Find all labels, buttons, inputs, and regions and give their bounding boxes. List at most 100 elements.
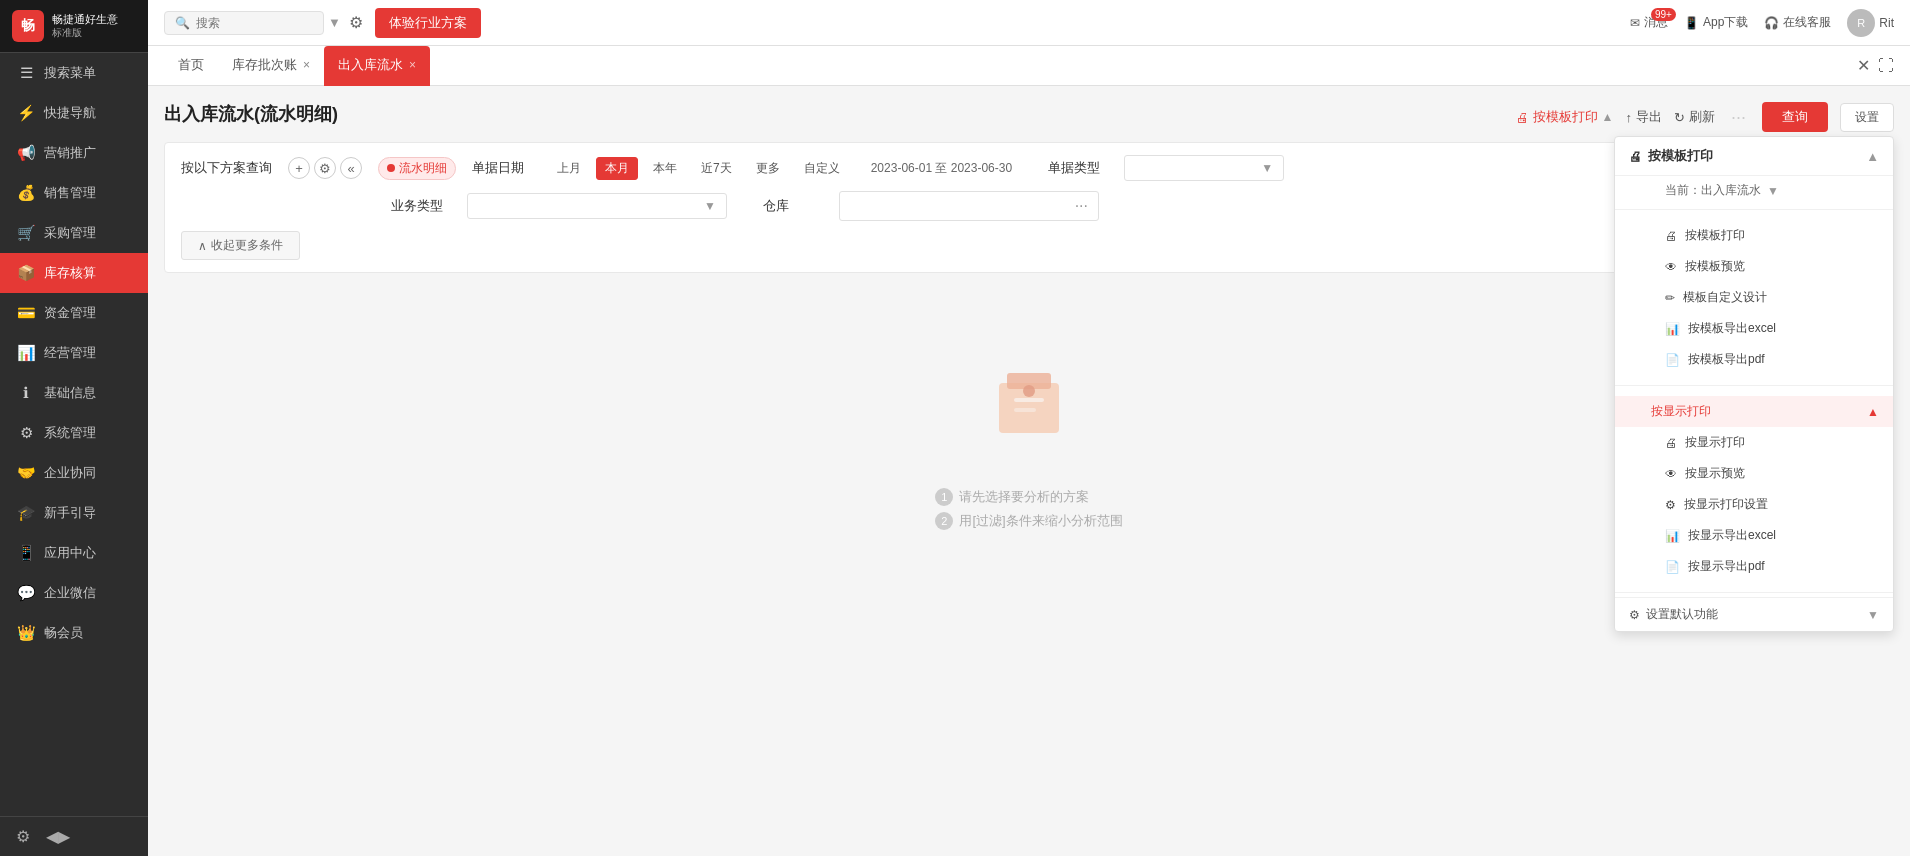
date-tag-current-month[interactable]: 本月 <box>596 157 638 180</box>
system-icon: ⚙ <box>16 424 36 442</box>
sidebar-item-label: 快捷导航 <box>44 104 132 122</box>
topbar-gear-icon[interactable]: ⚙ <box>349 13 363 32</box>
sidebar-item-label: 基础信息 <box>44 384 132 402</box>
display-print-item[interactable]: 🖨 按显示打印 <box>1615 427 1893 458</box>
print-dropdown-footer[interactable]: ⚙ 设置默认功能 ▼ <box>1615 597 1893 631</box>
filter-add-btn[interactable]: + <box>288 157 310 179</box>
template-preview-item[interactable]: 👁 按模板预览 <box>1615 251 1893 282</box>
toolbar-more-dots[interactable]: ··· <box>1731 107 1746 128</box>
date-tag-more[interactable]: 更多 <box>747 157 789 180</box>
sidebar-item-operations[interactable]: 📊 经营管理 <box>0 333 148 373</box>
warehouse-label: 仓库 <box>763 197 823 215</box>
sidebar-item-member[interactable]: 👑 畅会员 <box>0 613 148 653</box>
sidebar-item-basic-info[interactable]: ℹ 基础信息 <box>0 373 148 413</box>
template-print-item[interactable]: 🖨 按模板打印 <box>1615 220 1893 251</box>
template-export-pdf-item[interactable]: 📄 按模板导出pdf <box>1615 344 1893 375</box>
display-export-excel-item[interactable]: 📊 按显示导出excel <box>1615 520 1893 551</box>
sidebar-item-quick-nav[interactable]: ⚡ 快捷导航 <box>0 93 148 133</box>
sidebar-item-sales[interactable]: 💰 销售管理 <box>0 173 148 213</box>
print-template-btn[interactable]: 🖨 按模板打印 ▲ <box>1516 108 1614 126</box>
tabs-actions: ✕ ⛶ <box>1857 56 1894 75</box>
business-type-select[interactable]: ▼ <box>467 193 727 219</box>
topbar-customer-service[interactable]: 🎧 在线客服 <box>1764 14 1831 31</box>
sidebar-item-inventory[interactable]: 📦 库存核算 <box>0 253 148 293</box>
print-template-label: 按模板打印 <box>1533 108 1598 126</box>
sidebar-item-wechat[interactable]: 💬 企业微信 <box>0 573 148 613</box>
sidebar-item-finance[interactable]: 💳 资金管理 <box>0 293 148 333</box>
refresh-label: 刷新 <box>1689 108 1715 126</box>
display-print-settings-item[interactable]: ⚙ 按显示打印设置 <box>1615 489 1893 520</box>
tab-inout-flow[interactable]: 出入库流水 × <box>324 46 430 86</box>
date-tag-last-month[interactable]: 上月 <box>548 157 590 180</box>
wechat-icon: 💬 <box>16 584 36 602</box>
logo-subtitle: 标准版 <box>52 26 118 40</box>
sidebar-item-marketing[interactable]: 📢 营销推广 <box>0 133 148 173</box>
tab-close-all-btn[interactable]: ✕ <box>1857 56 1870 75</box>
print-dropdown-divider-3 <box>1615 592 1893 593</box>
sidebar-item-purchase[interactable]: 🛒 采购管理 <box>0 213 148 253</box>
refresh-btn[interactable]: ↻ 刷新 <box>1674 108 1715 126</box>
print-dropdown-arrow[interactable]: ▲ <box>1602 110 1614 124</box>
app-download-label: App下载 <box>1703 14 1748 31</box>
type-select-arrow: ▼ <box>1261 161 1273 175</box>
type-select[interactable]: ▼ <box>1124 155 1284 181</box>
sidebar-item-app-center[interactable]: 📱 应用中心 <box>0 533 148 573</box>
template-custom-design-icon: ✏ <box>1665 291 1675 305</box>
topbar: 🔍 ▼ ⚙ 体验行业方案 ✉ 消息 99+ 📱 App下载 🎧 在线客服 R R… <box>148 0 1910 46</box>
warehouse-select[interactable]: ··· <box>839 191 1099 221</box>
settings-btn[interactable]: 设置 <box>1840 103 1894 132</box>
filter-tag-flow[interactable]: 流水明细 <box>378 157 456 180</box>
tab-batch-account-close[interactable]: × <box>303 58 310 72</box>
topbar-notifications[interactable]: ✉ 消息 99+ <box>1630 14 1668 31</box>
tab-home[interactable]: 首页 <box>164 46 218 86</box>
tip-text-2: 用[过滤]条件来缩小分析范围 <box>959 512 1122 530</box>
sidebar-item-cooperation[interactable]: 🤝 企业协同 <box>0 453 148 493</box>
trial-btn[interactable]: 体验行业方案 <box>375 8 481 38</box>
topbar-search-box[interactable]: 🔍 <box>164 11 324 35</box>
export-btn[interactable]: ↑ 导出 <box>1625 108 1662 126</box>
sidebar-item-system[interactable]: ⚙ 系统管理 <box>0 413 148 453</box>
export-label: 导出 <box>1636 108 1662 126</box>
sidebar-item-label: 营销推广 <box>44 144 132 162</box>
settings-bottom-icon[interactable]: ⚙ <box>16 827 30 846</box>
tab-batch-account[interactable]: 库存批次账 × <box>218 46 324 86</box>
filter-collapse-inline-btn[interactable]: « <box>340 157 362 179</box>
template-custom-design-item[interactable]: ✏ 模板自定义设计 <box>1615 282 1893 313</box>
warehouse-more-btn[interactable]: ··· <box>1075 197 1088 215</box>
tab-inout-flow-close[interactable]: × <box>409 58 416 72</box>
topbar-search-dropdown[interactable]: ▼ <box>328 15 341 30</box>
toggle-sidebar-icon[interactable]: ◀▶ <box>46 827 70 846</box>
settings-default-arrow: ▼ <box>1867 608 1879 622</box>
topbar-app-download[interactable]: 📱 App下载 <box>1684 14 1748 31</box>
filter-set-btn[interactable]: ⚙ <box>314 157 336 179</box>
date-tag-current-year[interactable]: 本年 <box>644 157 686 180</box>
sidebar-item-label: 企业协同 <box>44 464 132 482</box>
date-tag-custom[interactable]: 自定义 <box>795 157 849 180</box>
quick-nav-icon: ⚡ <box>16 104 36 122</box>
search-input[interactable] <box>196 16 313 30</box>
template-export-excel-item[interactable]: 📊 按模板导出excel <box>1615 313 1893 344</box>
template-preview-icon: 👁 <box>1665 260 1677 274</box>
print-dropdown-header-arrow[interactable]: ▲ <box>1866 149 1879 164</box>
collapse-more-btn[interactable]: ∧ 收起更多条件 <box>181 231 300 260</box>
query-btn[interactable]: 查询 <box>1762 102 1828 132</box>
date-tag-last-7-days[interactable]: 近7天 <box>692 157 741 180</box>
sidebar-item-guide[interactable]: 🎓 新手引导 <box>0 493 148 533</box>
topbar-user[interactable]: R Rit <box>1847 9 1894 37</box>
display-section-header[interactable]: 按显示打印 ▲ <box>1615 396 1893 427</box>
sidebar-item-label: 经营管理 <box>44 344 132 362</box>
sidebar-item-search[interactable]: ☰ 搜索菜单 <box>0 53 148 93</box>
notification-badge: 99+ <box>1651 8 1676 21</box>
print-dropdown-panel: 🖨 按模板打印 ▲ 当前：出入库流水 ▼ 🖨 按模板打印 👁 按模板预 <box>1614 136 1894 632</box>
display-export-pdf-item[interactable]: 📄 按显示导出pdf <box>1615 551 1893 582</box>
search-icon: ☰ <box>16 64 36 82</box>
sidebar-item-label: 采购管理 <box>44 224 132 242</box>
print-dropdown-header: 🖨 按模板打印 ▲ <box>1615 137 1893 176</box>
app-center-icon: 📱 <box>16 544 36 562</box>
tab-maximize-btn[interactable]: ⛶ <box>1878 56 1894 75</box>
tip-text-1: 请先选择要分析的方案 <box>959 488 1089 506</box>
marketing-icon: 📢 <box>16 144 36 162</box>
logo-icon: 畅 <box>12 10 44 42</box>
display-preview-item[interactable]: 👁 按显示预览 <box>1615 458 1893 489</box>
display-section-label: 按显示打印 <box>1651 403 1711 420</box>
